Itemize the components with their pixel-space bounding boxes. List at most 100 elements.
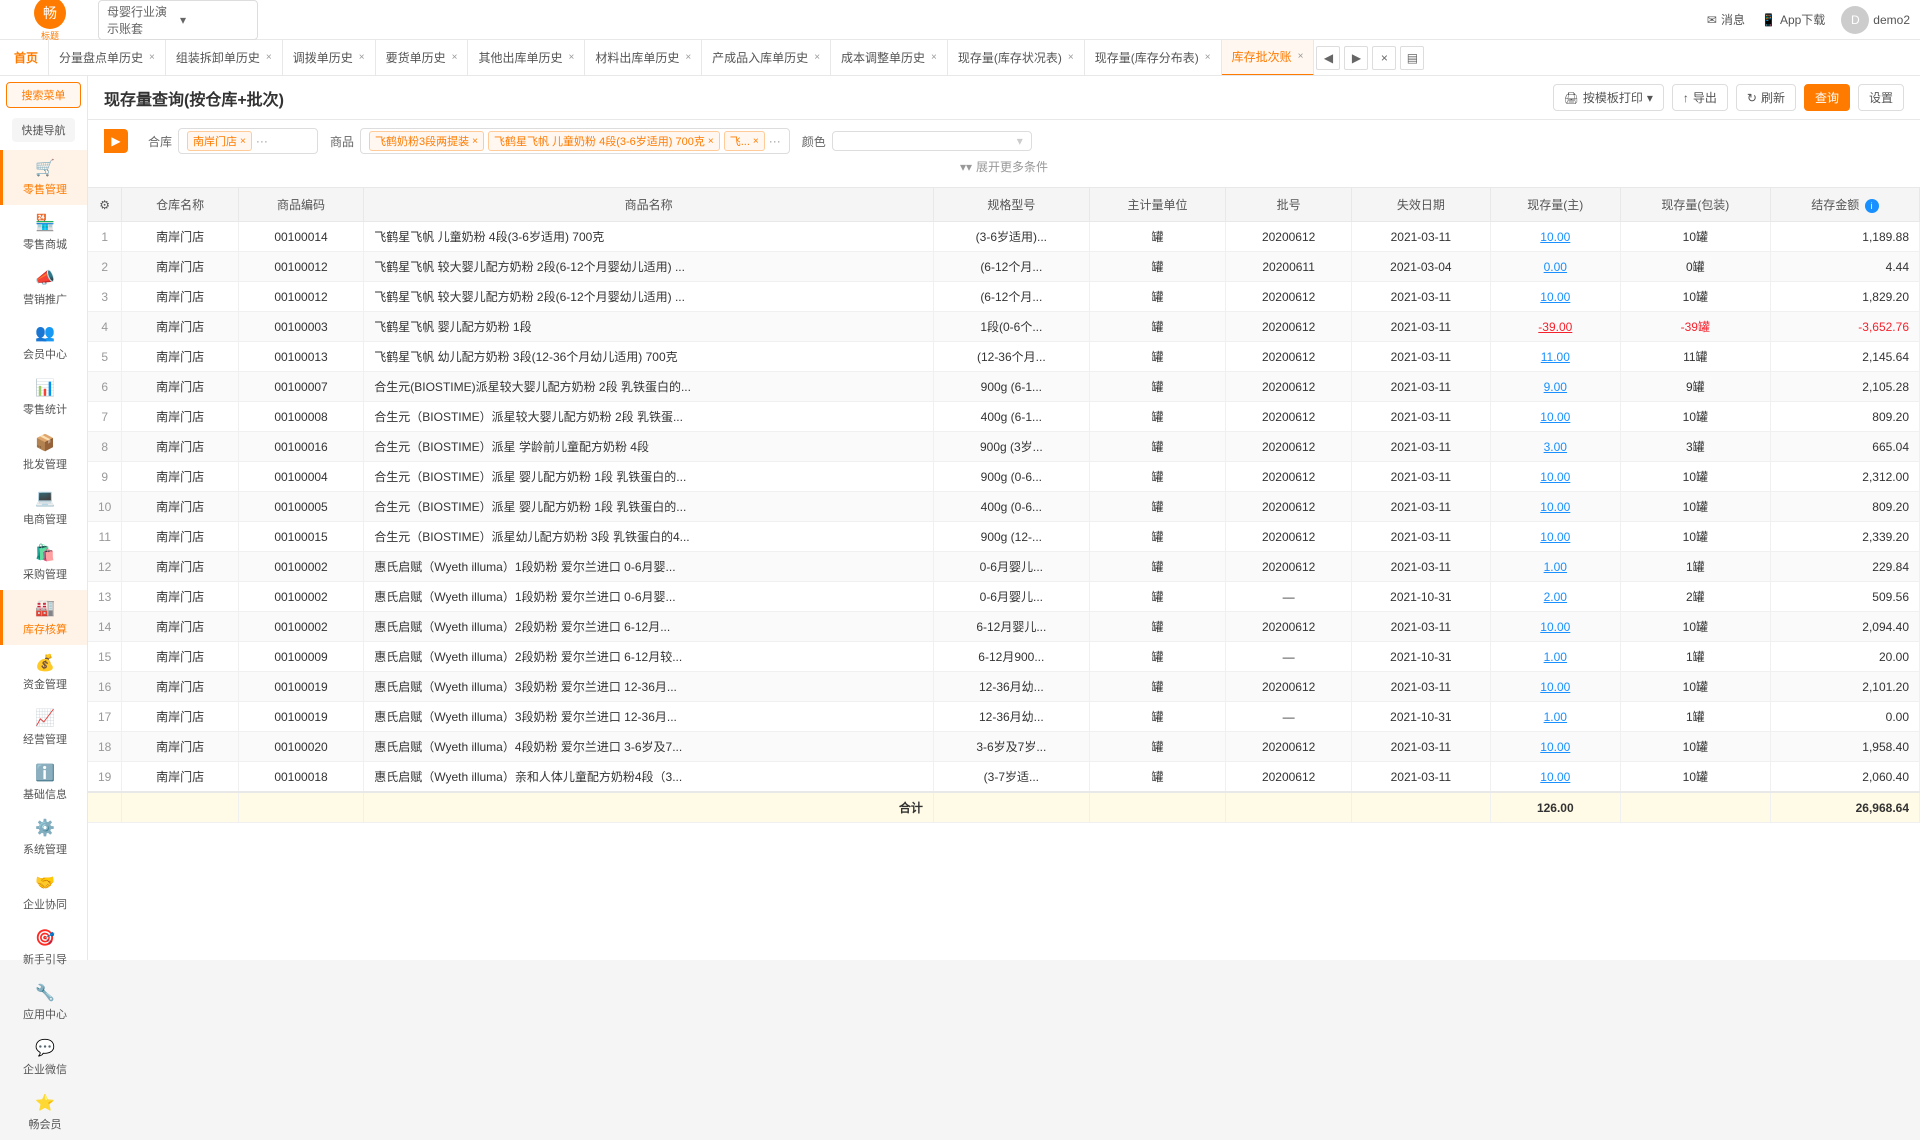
app-download-button[interactable]: 📱 App下载 [1761,11,1825,28]
tab-menu-button[interactable]: ▤ [1400,46,1424,70]
refresh-button[interactable]: ↻ 刷新 [1736,84,1796,111]
tab-prev-button[interactable]: ◀ [1316,46,1340,70]
cell-qty-main[interactable]: 1.00 [1490,702,1620,732]
cell-qty-main[interactable]: 2.00 [1490,582,1620,612]
cell-qty-main[interactable]: 1.00 [1490,642,1620,672]
tab-xian-cun-zhuang[interactable]: 现存量(库存状况表) × [948,40,1085,76]
sidebar-item-base[interactable]: ℹ️ 基础信息 [0,755,87,810]
tab-close-button[interactable]: × [1372,46,1396,70]
print-button[interactable]: 🖨 按模板打印 ▾ [1553,84,1664,111]
cell-qty-main[interactable]: 10.00 [1490,732,1620,762]
settings-button[interactable]: 设置 [1858,84,1904,111]
sidebar-item-wholesale[interactable]: 📦 批发管理 [0,425,87,480]
sidebar-item-marketing[interactable]: 📣 营销推广 [0,260,87,315]
tab-zu-chai[interactable]: 组装拆卸单历史 × [166,40,283,76]
search-menu-button[interactable]: 搜索菜单 [6,82,81,108]
sidebar-item-finance[interactable]: 💰 资金管理 [0,645,87,700]
close-icon[interactable]: × [685,52,691,63]
filter-more-btn[interactable]: ··· [256,134,268,148]
cell-qty-main[interactable]: 10.00 [1490,462,1620,492]
sidebar-item-ops[interactable]: 📈 经营管理 [0,700,87,755]
product-tag-2[interactable]: 飞鹤星飞帆 儿童奶粉 4段(3-6岁适用) 700克 × [488,131,720,151]
tab-qi-ta[interactable]: 其他出库单历史 × [468,40,585,76]
sidebar-item-ecom[interactable]: 💻 电商管理 [0,480,87,535]
table-container[interactable]: ⚙ 仓库名称 商品编码 商品名称 规格型号 主计量单位 批号 失效日期 现存量(… [88,188,1920,960]
base-icon: ℹ️ [35,763,55,783]
cell-qty-main[interactable]: 10.00 [1490,282,1620,312]
cell-qty-main[interactable]: 10.00 [1490,222,1620,252]
cell-num: 13 [88,582,122,612]
cell-amount: 2,094.40 [1770,612,1919,642]
close-icon[interactable]: × [359,52,365,63]
expand-conditions-button[interactable]: ▾▾ 展开更多条件 [960,158,1048,175]
col-settings[interactable]: ⚙ [88,188,122,222]
tab-next-button[interactable]: ▶ [1344,46,1368,70]
close-icon[interactable]: × [452,52,458,63]
sidebar-item-mall[interactable]: 🏪 零售商城 [0,205,87,260]
message-button[interactable]: ✉ 消息 [1707,11,1745,28]
cell-qty-main[interactable]: 10.00 [1490,762,1620,793]
close-icon[interactable]: × [568,52,574,63]
info-icon[interactable]: i [1865,199,1879,213]
sidebar-item-stat[interactable]: 📊 零售统计 [0,370,87,425]
tab-home[interactable]: 首页 [4,40,49,76]
close-icon[interactable]: × [931,52,937,63]
close-icon[interactable]: × [814,52,820,63]
cell-qty-main[interactable]: 9.00 [1490,372,1620,402]
sidebar-item-collab[interactable]: 🤝 企业协同 [0,865,87,920]
cell-qty-main[interactable]: 10.00 [1490,522,1620,552]
cell-qty-main[interactable]: 3.00 [1490,432,1620,462]
product-tag-1[interactable]: 飞鹤奶粉3段两提装 × [369,131,484,151]
cell-unit: 罐 [1089,732,1226,762]
product-more-btn[interactable]: ··· [769,134,781,148]
user-avatar[interactable]: D demo2 [1841,6,1910,34]
tab-yao-huo[interactable]: 要货单历史 × [376,40,469,76]
sidebar-item-member[interactable]: 👥 会员中心 [0,315,87,370]
cell-qty-main[interactable]: 10.00 [1490,672,1620,702]
cell-qty-main[interactable]: -39.00 [1490,312,1620,342]
product-tag-container[interactable]: 飞鹤奶粉3段两提装 × 飞鹤星飞帆 儿童奶粉 4段(3-6岁适用) 700克 ×… [360,128,790,154]
account-selector[interactable]: 母婴行业演示账套 ▾ [98,0,258,40]
warehouse-tag-container[interactable]: 南岸门店 × ··· [178,128,318,154]
sidebar-item-wechat[interactable]: 💬 企业微信 [0,1030,87,1085]
query-button[interactable]: 查询 [1804,84,1850,111]
sidebar-item-label: 库存核算 [23,621,67,637]
tab-fen-pan[interactable]: 分量盘点单历史 × [49,40,166,76]
product-tag-3[interactable]: 飞... × [724,131,765,151]
close-icon[interactable]: × [149,52,155,63]
export-button[interactable]: ↑ 导出 [1672,84,1728,111]
product-tag-close-2[interactable]: × [708,136,714,147]
sidebar-item-retail[interactable]: 🛒 零售管理 [0,150,87,205]
tab-cai-liao[interactable]: 材料出库单历史 × [585,40,702,76]
close-icon[interactable]: × [1068,52,1074,63]
sidebar-item-vip[interactable]: ⭐ 畅会员 [0,1085,87,1140]
tab-xian-cun-fen[interactable]: 现存量(库存分布表) × [1085,40,1222,76]
cell-qty-main[interactable]: 1.00 [1490,552,1620,582]
cell-qty-main[interactable]: 10.00 [1490,402,1620,432]
cell-qty-main[interactable]: 0.00 [1490,252,1620,282]
tab-cheng-ben[interactable]: 成本调整单历史 × [831,40,948,76]
cell-qty-main[interactable]: 10.00 [1490,492,1620,522]
tab-pi-ci[interactable]: 库存批次账 × [1222,40,1315,76]
warehouse-tag-close[interactable]: × [240,136,246,147]
filter-expand-toggle[interactable]: ▶ [104,129,128,153]
tab-chan-pin[interactable]: 产成品入库单历史 × [702,40,831,76]
close-icon[interactable]: × [266,52,272,63]
cell-expire: 2021-03-11 [1351,372,1490,402]
cell-qty-main[interactable]: 10.00 [1490,612,1620,642]
close-icon[interactable]: × [1205,52,1211,63]
sidebar-item-app[interactable]: 🔧 应用中心 [0,975,87,1030]
sidebar-item-inventory[interactable]: 🏭 库存核算 [0,590,87,645]
product-tag-close-3[interactable]: × [753,136,759,147]
sidebar-item-guide[interactable]: 🎯 新手引导 [0,920,87,975]
cell-num: 17 [88,702,122,732]
sidebar-item-system[interactable]: ⚙️ 系统管理 [0,810,87,865]
warehouse-tag-1[interactable]: 南岸门店 × [187,131,252,151]
quick-nav-button[interactable]: 快捷导航 [12,118,75,142]
product-tag-close-1[interactable]: × [472,136,478,147]
close-icon[interactable]: × [1298,51,1304,62]
tab-tiao-bo[interactable]: 调拨单历史 × [283,40,376,76]
sidebar-item-purchase[interactable]: 🛍️ 采购管理 [0,535,87,590]
color-tag-container[interactable]: ▾ [832,131,1032,151]
cell-qty-main[interactable]: 11.00 [1490,342,1620,372]
